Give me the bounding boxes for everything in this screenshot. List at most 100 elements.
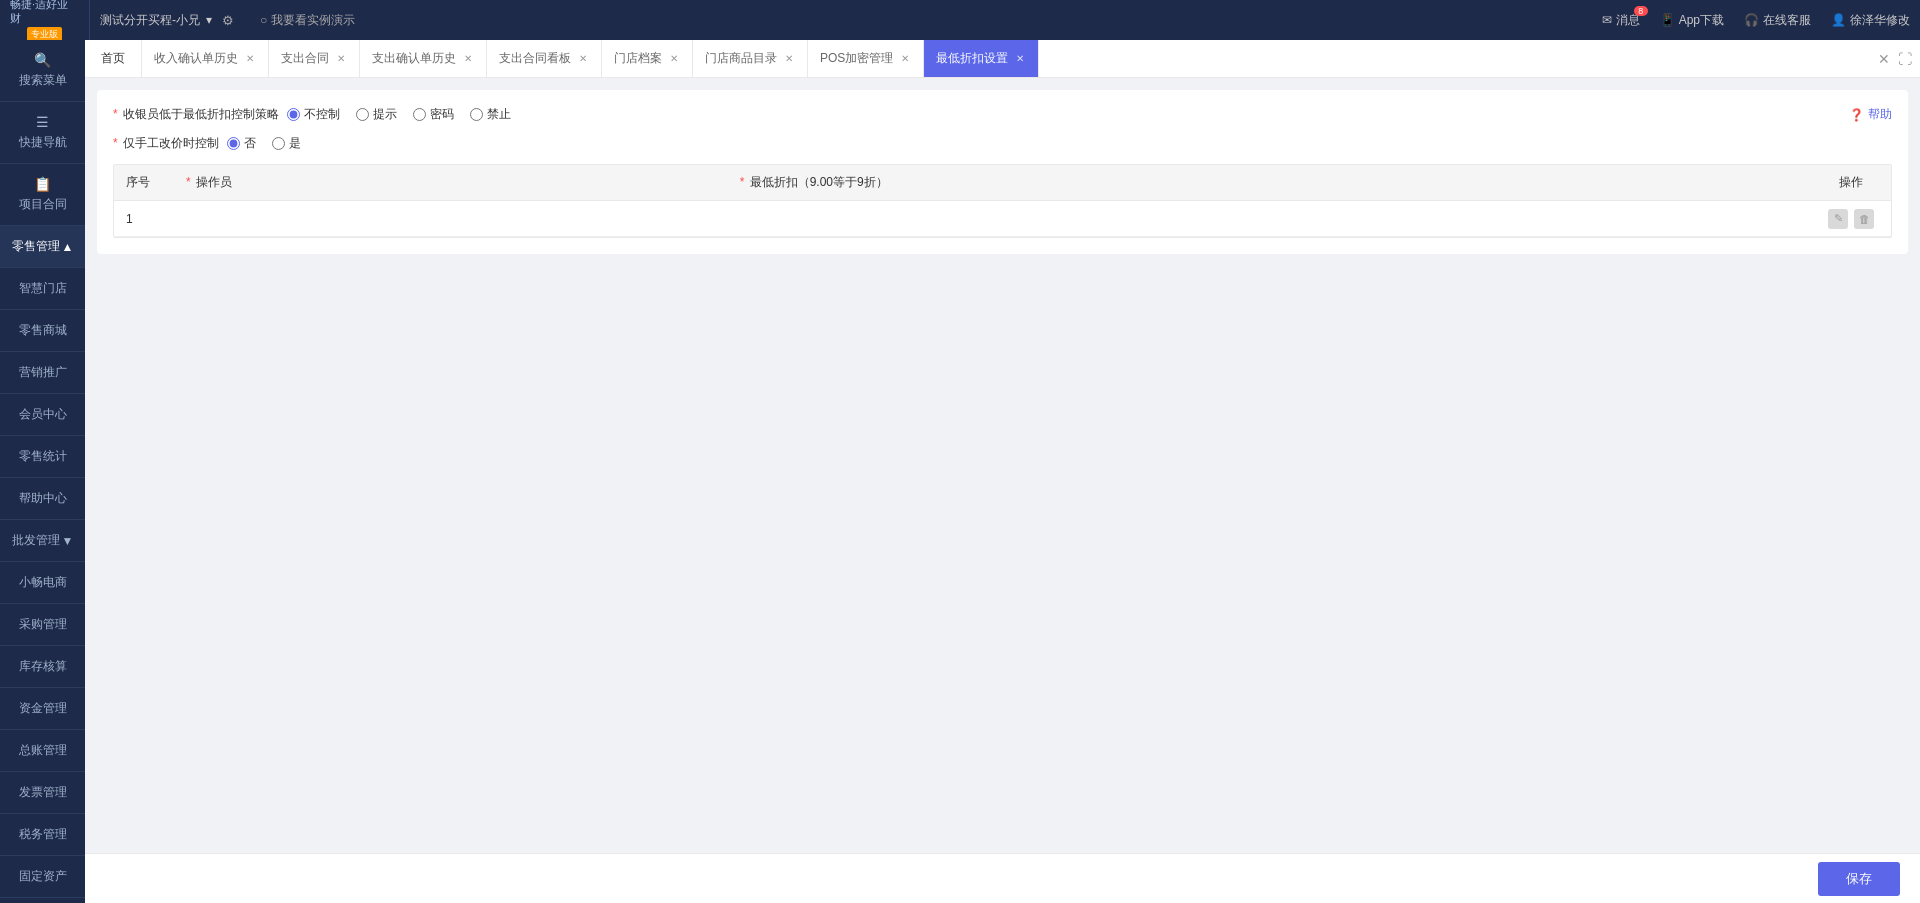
content-area: 首页 收入确认单历史 ✕ 支出合同 ✕ 支出确认单历史 ✕ 支出合同看板 ✕ 门… — [85, 40, 1920, 903]
tab-close-icon[interactable]: ✕ — [899, 53, 911, 64]
tab-close-icon[interactable]: ✕ — [783, 53, 795, 64]
app-download-button[interactable]: 📱 App下载 — [1660, 12, 1724, 29]
sidebar-item-member-center[interactable]: 会员中心 — [0, 394, 85, 436]
help-link[interactable]: ❓ 帮助 — [1849, 106, 1892, 123]
delete-row-button[interactable]: 🗑 — [1854, 209, 1874, 229]
tab-payment-contract-board[interactable]: 支出合同看板 ✕ — [487, 40, 602, 78]
tab-close-icon[interactable]: ✕ — [462, 53, 474, 64]
radio-password[interactable]: 密码 — [413, 106, 454, 123]
app-logo: 畅捷·适好业财 专业版 — [10, 0, 90, 42]
th-seq: 序号 — [114, 174, 174, 191]
sidebar-item-label: 批发管理 — [12, 532, 60, 549]
sidebar-item-search[interactable]: 🔍 搜索菜单 — [0, 40, 85, 102]
radio-tip[interactable]: 提示 — [356, 106, 397, 123]
tab-min-discount[interactable]: 最低折扣设置 ✕ — [924, 40, 1039, 78]
radio-no-control[interactable]: 不控制 — [287, 106, 340, 123]
sidebar-item-retail-mgmt[interactable]: 零售管理 ▲ — [0, 226, 85, 268]
sidebar-item-retail-mall[interactable]: 零售商城 — [0, 310, 85, 352]
th-discount: * 最低折扣（9.00等于9折） — [728, 174, 1811, 191]
tab-store-archive[interactable]: 门店档案 ✕ — [602, 40, 693, 78]
tab-close-icon[interactable]: ✕ — [577, 53, 589, 64]
radio-forbid[interactable]: 禁止 — [470, 106, 511, 123]
tab-end-buttons: ✕ ⛶ — [1870, 51, 1920, 67]
sidebar-item-purchase-mgmt[interactable]: 采购管理 — [0, 604, 85, 646]
sidebar-item-project-contract[interactable]: 📋 项目合同 — [0, 164, 85, 226]
sidebar-item-ecommerce[interactable]: 小畅电商 — [0, 562, 85, 604]
sidebar-item-marketing[interactable]: 营销推广 — [0, 352, 85, 394]
sidebar-item-label: 快捷导航 — [19, 134, 67, 151]
sidebar-item-smart-store[interactable]: 智慧门店 — [0, 268, 85, 310]
sidebar-item-label: 税务管理 — [19, 826, 67, 843]
settings-button[interactable]: ⚙ — [216, 8, 240, 32]
radio-no[interactable]: 否 — [227, 135, 256, 152]
manual-price-row: * 仅手工改价时控制 否 是 — [113, 135, 1892, 152]
sidebar-item-label: 项目合同 — [19, 196, 67, 213]
sidebar-item-fund-mgmt[interactable]: 资金管理 — [0, 688, 85, 730]
tab-income-confirm-history[interactable]: 收入确认单历史 ✕ — [142, 40, 269, 78]
radio-yes[interactable]: 是 — [272, 135, 301, 152]
edit-row-button[interactable]: ✎ — [1828, 209, 1848, 229]
project-name: 测试分开买程-小兄 — [100, 12, 200, 29]
tab-pos-password[interactable]: POS加密管理 ✕ — [808, 40, 924, 78]
tab-label: 收入确认单历史 — [154, 50, 238, 67]
tab-label: 最低折扣设置 — [936, 50, 1008, 67]
sidebar-item-label: 会员中心 — [19, 406, 67, 423]
user-profile-button[interactable]: 👤 徐泽华修改 — [1831, 12, 1910, 29]
search-icon: 🔍 — [34, 52, 51, 68]
maximize-tab-button[interactable]: ⛶ — [1898, 51, 1912, 67]
settings-card: * 收银员低于最低折扣控制策略 不控制 提示 — [97, 90, 1908, 254]
contract-icon: 📋 — [34, 176, 51, 192]
circle-icon: ○ — [260, 13, 267, 27]
tab-payment-contract[interactable]: 支出合同 ✕ — [269, 40, 360, 78]
sidebar-item-label: 资金管理 — [19, 700, 67, 717]
sidebar-item-label: 搜索菜单 — [19, 72, 67, 89]
td-seq: 1 — [114, 212, 174, 226]
sidebar-item-shortcuts[interactable]: ☰ 快捷导航 — [0, 102, 85, 164]
sidebar-item-label: 发票管理 — [19, 784, 67, 801]
project-selector[interactable]: 测试分开买程-小兄 ▾ — [100, 12, 212, 29]
tab-close-icon[interactable]: ✕ — [335, 53, 347, 64]
message-badge: 8 — [1634, 6, 1648, 16]
sidebar-item-retail-stats[interactable]: 零售统计 — [0, 436, 85, 478]
page-content: * 收银员低于最低折扣控制策略 不控制 提示 — [85, 78, 1920, 853]
logo-text: 畅捷·适好业财 — [10, 0, 79, 25]
required-mark: * — [113, 107, 118, 121]
avatar-icon: 👤 — [1831, 13, 1846, 27]
tab-label: 支出合同 — [281, 50, 329, 67]
tab-label: POS加密管理 — [820, 50, 893, 67]
sidebar-item-help-center[interactable]: 帮助中心 — [0, 478, 85, 520]
tab-close-icon[interactable]: ✕ — [668, 53, 680, 64]
bottom-bar: 保存 — [85, 853, 1920, 903]
close-tab-button[interactable]: ✕ — [1878, 51, 1890, 67]
tab-close-icon[interactable]: ✕ — [244, 53, 256, 64]
demo-link[interactable]: ○ 我要看实例演示 — [260, 12, 355, 29]
tab-store-products[interactable]: 门店商品目录 ✕ — [693, 40, 808, 78]
tab-close-icon[interactable]: ✕ — [1014, 53, 1026, 64]
sidebar-item-invoice-mgmt[interactable]: 发票管理 — [0, 772, 85, 814]
required-mark: * — [113, 136, 118, 150]
sidebar-item-ledger[interactable]: 总账管理 — [0, 730, 85, 772]
save-button[interactable]: 保存 — [1818, 862, 1900, 896]
messages-button[interactable]: ✉ 消息 8 — [1602, 12, 1640, 29]
sidebar-item-tax-mgmt[interactable]: 税务管理 — [0, 814, 85, 856]
dropdown-icon: ▾ — [206, 13, 212, 27]
tab-home[interactable]: 首页 — [85, 40, 142, 78]
main-layout: 🔍 搜索菜单 ☰ 快捷导航 📋 项目合同 零售管理 ▲ 智慧门店 零售商城 营销… — [0, 40, 1920, 903]
sidebar-item-label: 采购管理 — [19, 616, 67, 633]
sidebar-item-label: 营销推广 — [19, 364, 67, 381]
sidebar-item-inventory[interactable]: 库存核算 — [0, 646, 85, 688]
discount-control-options: 不控制 提示 密码 禁止 — [287, 106, 511, 123]
table-header: 序号 * 操作员 * 最低折扣（9.00等于9折） 操作 — [114, 165, 1891, 201]
sidebar-item-wholesale-mgmt[interactable]: 批发管理 ▼ — [0, 520, 85, 562]
td-action: ✎ 🗑 — [1811, 209, 1891, 229]
sidebar-item-label: 帮助中心 — [19, 490, 67, 507]
question-icon: ❓ — [1849, 108, 1864, 122]
sidebar-item-label: 小畅电商 — [19, 574, 67, 591]
discount-table: 序号 * 操作员 * 最低折扣（9.00等于9折） 操作 1 — [113, 164, 1892, 238]
sidebar-item-label: 零售统计 — [19, 448, 67, 465]
tab-payment-confirm-history[interactable]: 支出确认单历史 ✕ — [360, 40, 487, 78]
online-service-button[interactable]: 🎧 在线客服 — [1744, 12, 1811, 29]
sidebar-item-fixed-assets[interactable]: 固定资产 — [0, 856, 85, 898]
headset-icon: 🎧 — [1744, 13, 1759, 27]
sidebar-item-payroll[interactable]: 工资 — [0, 898, 85, 903]
